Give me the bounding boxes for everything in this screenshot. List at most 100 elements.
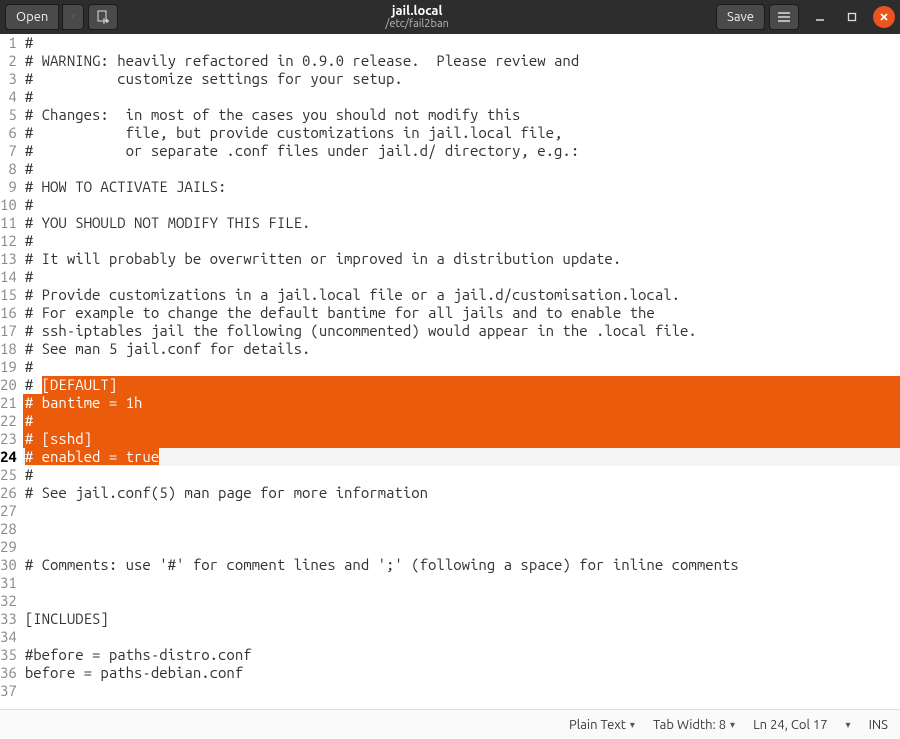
code-line[interactable] bbox=[23, 538, 900, 556]
code-line[interactable]: # bbox=[23, 358, 900, 376]
line-number: 31 bbox=[0, 574, 17, 592]
code-line[interactable]: # bbox=[23, 160, 900, 178]
line-number: 6 bbox=[0, 124, 17, 142]
syntax-mode-selector[interactable]: Plain Text ▾ bbox=[569, 718, 635, 732]
code-line[interactable]: before = paths-debian.conf bbox=[23, 664, 900, 682]
hamburger-menu-button[interactable] bbox=[769, 4, 799, 30]
line-number: 35 bbox=[0, 646, 17, 664]
chevron-down-icon: ▾ bbox=[71, 11, 76, 23]
new-document-icon bbox=[96, 10, 110, 24]
code-line[interactable]: # enabled = true bbox=[23, 448, 900, 466]
line-number: 30 bbox=[0, 556, 17, 574]
line-number: 11 bbox=[0, 214, 17, 232]
code-line[interactable]: # file, but provide customizations in ja… bbox=[23, 124, 900, 142]
close-icon bbox=[879, 12, 889, 22]
open-button[interactable]: Open bbox=[5, 4, 59, 30]
line-number: 5 bbox=[0, 106, 17, 124]
code-line[interactable] bbox=[23, 502, 900, 520]
code-line[interactable]: # It will probably be overwritten or imp… bbox=[23, 250, 900, 268]
code-line[interactable]: # bbox=[23, 34, 900, 52]
code-line[interactable] bbox=[23, 628, 900, 646]
line-ending-selector[interactable]: ▾ bbox=[846, 719, 851, 731]
code-line[interactable]: # customize settings for your setup. bbox=[23, 70, 900, 88]
code-line[interactable]: # bbox=[23, 196, 900, 214]
line-number: 9 bbox=[0, 178, 17, 196]
open-button-label: Open bbox=[16, 10, 48, 24]
line-number: 28 bbox=[0, 520, 17, 538]
code-line[interactable]: # ssh-iptables jail the following (uncom… bbox=[23, 322, 900, 340]
line-number: 18 bbox=[0, 340, 17, 358]
code-line[interactable] bbox=[23, 574, 900, 592]
code-line[interactable] bbox=[23, 682, 900, 700]
code-line[interactable]: # bbox=[23, 88, 900, 106]
window-controls bbox=[809, 6, 895, 28]
line-number: 20 bbox=[0, 376, 17, 394]
code-line[interactable]: # WARNING: heavily refactored in 0.9.0 r… bbox=[23, 52, 900, 70]
line-number: 23 bbox=[0, 430, 17, 448]
code-line[interactable]: # bbox=[23, 466, 900, 484]
insert-mode-indicator[interactable]: INS bbox=[869, 718, 888, 732]
code-line[interactable]: # bantime = 1h bbox=[23, 394, 900, 412]
line-number: 7 bbox=[0, 142, 17, 160]
code-line[interactable]: #before = paths-distro.conf bbox=[23, 646, 900, 664]
header-bar: Open ▾ jail.local /etc/fail2ban Save bbox=[0, 0, 900, 34]
line-number: 27 bbox=[0, 502, 17, 520]
minimize-icon bbox=[815, 12, 825, 22]
code-line[interactable]: # bbox=[23, 268, 900, 286]
line-number: 25 bbox=[0, 466, 17, 484]
code-line[interactable]: # Comments: use '#' for comment lines an… bbox=[23, 556, 900, 574]
code-line[interactable]: # For example to change the default bant… bbox=[23, 304, 900, 322]
cursor-position-label: Ln 24, Col 17 bbox=[753, 718, 827, 732]
chevron-down-icon: ▾ bbox=[630, 719, 635, 731]
line-number: 26 bbox=[0, 484, 17, 502]
cursor-position[interactable]: Ln 24, Col 17 bbox=[753, 718, 827, 732]
line-number: 22 bbox=[0, 412, 17, 430]
code-line[interactable]: # HOW TO ACTIVATE JAILS: bbox=[23, 178, 900, 196]
line-number: 37 bbox=[0, 682, 17, 700]
code-line[interactable]: # Changes: in most of the cases you shou… bbox=[23, 106, 900, 124]
code-line[interactable]: # bbox=[23, 412, 900, 430]
line-number: 8 bbox=[0, 160, 17, 178]
code-line[interactable] bbox=[23, 592, 900, 610]
save-button[interactable]: Save bbox=[716, 4, 765, 30]
line-number: 34 bbox=[0, 628, 17, 646]
tab-width-selector[interactable]: Tab Width: 8 ▾ bbox=[653, 718, 735, 732]
line-number: 24 bbox=[0, 448, 17, 466]
document-path: /etc/fail2ban bbox=[122, 18, 712, 30]
chevron-down-icon: ▾ bbox=[846, 719, 851, 731]
code-line[interactable]: # See jail.conf(5) man page for more inf… bbox=[23, 484, 900, 502]
line-number: 1 bbox=[0, 34, 17, 52]
code-line[interactable]: # Provide customizations in a jail.local… bbox=[23, 286, 900, 304]
code-line[interactable]: # See man 5 jail.conf for details. bbox=[23, 340, 900, 358]
line-number: 4 bbox=[0, 88, 17, 106]
line-number: 12 bbox=[0, 232, 17, 250]
line-number: 10 bbox=[0, 196, 17, 214]
close-button[interactable] bbox=[873, 6, 895, 28]
line-number: 33 bbox=[0, 610, 17, 628]
code-line[interactable]: # [sshd] bbox=[23, 430, 900, 448]
tab-width-label: Tab Width: 8 bbox=[653, 718, 726, 732]
code-content[interactable]: ## WARNING: heavily refactored in 0.9.0 … bbox=[23, 34, 900, 709]
line-number: 15 bbox=[0, 286, 17, 304]
code-line[interactable]: # [DEFAULT] bbox=[23, 376, 900, 394]
code-line[interactable]: [INCLUDES] bbox=[23, 610, 900, 628]
line-number: 17 bbox=[0, 322, 17, 340]
hamburger-icon bbox=[777, 11, 791, 23]
maximize-button[interactable] bbox=[841, 6, 863, 28]
editor-area[interactable]: 1234567891011121314151617181920212223242… bbox=[0, 34, 900, 709]
document-title: jail.local bbox=[122, 4, 712, 18]
insert-mode-label: INS bbox=[869, 718, 888, 732]
open-recent-dropdown[interactable]: ▾ bbox=[62, 4, 84, 30]
code-line[interactable]: # or separate .conf files under jail.d/ … bbox=[23, 142, 900, 160]
line-number: 19 bbox=[0, 358, 17, 376]
new-tab-button[interactable] bbox=[88, 4, 118, 30]
minimize-button[interactable] bbox=[809, 6, 831, 28]
line-number: 16 bbox=[0, 304, 17, 322]
code-line[interactable]: # YOU SHOULD NOT MODIFY THIS FILE. bbox=[23, 214, 900, 232]
line-number: 29 bbox=[0, 538, 17, 556]
line-number: 21 bbox=[0, 394, 17, 412]
code-line[interactable] bbox=[23, 520, 900, 538]
line-number: 3 bbox=[0, 70, 17, 88]
code-line[interactable]: # bbox=[23, 232, 900, 250]
line-number: 36 bbox=[0, 664, 17, 682]
